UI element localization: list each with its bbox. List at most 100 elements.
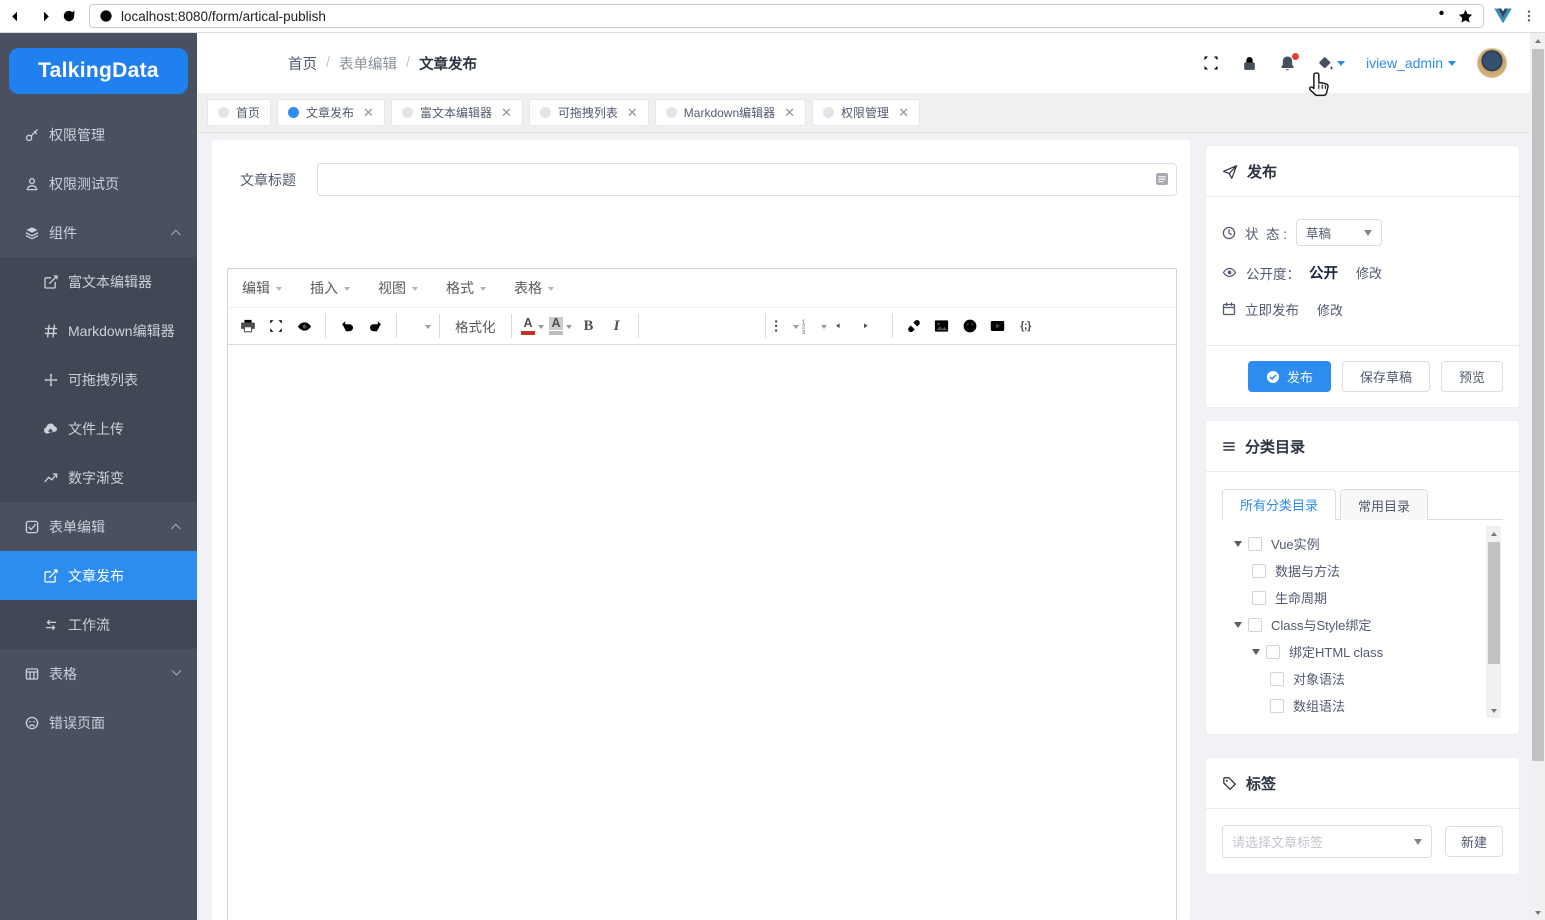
insert-button[interactable]: [405, 313, 431, 339]
tree-node-label[interactable]: 数组语法: [1293, 696, 1345, 715]
tree-checkbox[interactable]: [1252, 563, 1266, 578]
close-icon[interactable]: ✕: [363, 106, 374, 119]
redo-button[interactable]: [362, 313, 388, 339]
align-left-button[interactable]: [647, 313, 673, 339]
notification-bell-icon[interactable]: [1279, 52, 1299, 72]
page-scrollbar-thumb[interactable]: [1531, 49, 1544, 761]
language-select-icon[interactable]: [1317, 55, 1345, 72]
sidebar-item[interactable]: 错误页面: [0, 698, 197, 747]
editor-menu-格式[interactable]: 格式: [446, 278, 486, 298]
schedule-modify-link[interactable]: 修改: [1317, 300, 1343, 319]
tree-checkbox[interactable]: [1270, 671, 1284, 686]
outdent-button[interactable]: [830, 313, 856, 339]
page-scrollbar[interactable]: [1530, 33, 1545, 920]
numbered-list-button[interactable]: 123: [802, 313, 828, 339]
user-menu[interactable]: iview_admin: [1366, 55, 1456, 71]
close-icon[interactable]: ✕: [898, 106, 909, 119]
bold-button[interactable]: B: [576, 313, 602, 339]
background-color-button[interactable]: A: [548, 313, 574, 339]
article-tags-select[interactable]: 请选择文章标签: [1222, 825, 1432, 858]
align-center-button[interactable]: [675, 313, 701, 339]
tree-checkbox[interactable]: [1248, 536, 1262, 551]
categories-tab[interactable]: 常用目录: [1340, 489, 1429, 520]
tree-scrollbar-thumb[interactable]: [1487, 542, 1500, 664]
sidebar-item[interactable]: 表格: [0, 649, 197, 698]
editor-menu-插入[interactable]: 插入: [310, 278, 350, 298]
info-icon[interactable]: [99, 9, 113, 23]
editor-menu-表格[interactable]: 表格: [514, 278, 554, 298]
forward-icon[interactable]: [35, 8, 52, 25]
code-sample-button[interactable]: {;}: [1013, 313, 1039, 339]
tree-node-label[interactable]: Vue实例: [1271, 534, 1320, 553]
formats-dropdown[interactable]: 格式化: [448, 313, 503, 339]
tree-node-label[interactable]: 绑定HTML class: [1289, 642, 1383, 661]
open-tab[interactable]: 可拖拽列表 ✕: [528, 99, 649, 126]
align-right-button[interactable]: [703, 313, 729, 339]
open-tab[interactable]: Markdown编辑器 ✕: [654, 99, 807, 126]
tree-node-label[interactable]: 生命周期: [1275, 588, 1327, 607]
tree-node-label[interactable]: Class与Style绑定: [1271, 615, 1371, 634]
status-select[interactable]: 草稿: [1296, 219, 1383, 246]
editor-menu-编辑[interactable]: 编辑: [242, 278, 282, 298]
tree-node-label[interactable]: 对象语法: [1293, 669, 1345, 688]
sidebar-item[interactable]: 表单编辑: [0, 502, 197, 551]
undo-button[interactable]: [334, 313, 360, 339]
indent-button[interactable]: [858, 313, 884, 339]
emoticons-button[interactable]: [957, 313, 983, 339]
breadcrumb-home[interactable]: 首页: [288, 53, 317, 74]
sidebar-item[interactable]: 富文本编辑器: [0, 257, 197, 306]
talkingdata-logo[interactable]: TalkingData: [9, 48, 188, 94]
tree-node-label[interactable]: 数据与方法: [1275, 561, 1340, 580]
vue-devtools-icon[interactable]: [1493, 7, 1513, 25]
sidebar-item[interactable]: 文章发布: [0, 551, 197, 600]
password-key-icon[interactable]: [1434, 9, 1449, 24]
sidebar-item[interactable]: 数字渐变: [0, 453, 197, 502]
article-title-input[interactable]: [318, 164, 1176, 195]
link-button[interactable]: [901, 313, 927, 339]
reload-icon[interactable]: [61, 8, 77, 24]
bookmark-star-icon[interactable]: [1457, 8, 1474, 25]
hamburger-menu-icon[interactable]: [220, 55, 242, 72]
edit-suffix-icon[interactable]: [1155, 172, 1169, 186]
browser-menu-icon[interactable]: [1522, 8, 1536, 24]
sidebar-item[interactable]: 权限管理: [0, 110, 197, 159]
fullscreen-icon[interactable]: [1202, 54, 1220, 72]
visibility-modify-link[interactable]: 修改: [1356, 263, 1382, 282]
tree-scrollbar[interactable]: [1486, 526, 1501, 718]
preview-button[interactable]: [291, 313, 317, 339]
sidebar-item[interactable]: 权限测试页: [0, 159, 197, 208]
sidebar-item[interactable]: 组件: [0, 208, 197, 257]
open-tab[interactable]: 首页: [207, 99, 272, 126]
preview-button[interactable]: 预览: [1440, 361, 1503, 392]
close-icon[interactable]: ✕: [627, 106, 638, 119]
sidebar-item[interactable]: 可拖拽列表: [0, 355, 197, 404]
breadcrumb-form-edit[interactable]: 表单编辑: [339, 53, 397, 74]
text-color-button[interactable]: A: [520, 313, 546, 339]
open-tab[interactable]: 富文本编辑器 ✕: [390, 99, 523, 126]
address-bar[interactable]: localhost:8080/form/artical-publish: [89, 4, 1484, 28]
open-tab[interactable]: 权限管理 ✕: [812, 99, 920, 126]
tree-expand-arrow-icon[interactable]: [1252, 649, 1260, 659]
fullscreen-button[interactable]: [263, 313, 289, 339]
editor-menu-视图[interactable]: 视图: [378, 278, 418, 298]
tree-expand-arrow-icon[interactable]: [1234, 541, 1242, 551]
save-draft-button[interactable]: 保存草稿: [1341, 361, 1430, 392]
tree-checkbox[interactable]: [1248, 617, 1262, 632]
italic-button[interactable]: I: [604, 313, 630, 339]
editor-content-area[interactable]: [228, 345, 1176, 920]
new-tag-button[interactable]: 新建: [1444, 826, 1503, 857]
avatar[interactable]: [1477, 48, 1507, 78]
back-icon[interactable]: [9, 8, 26, 25]
lock-icon[interactable]: [1241, 55, 1258, 72]
open-tab[interactable]: 文章发布 ✕: [277, 99, 385, 126]
sidebar-item[interactable]: 工作流: [0, 600, 197, 649]
tree-checkbox[interactable]: [1266, 644, 1280, 659]
publish-button[interactable]: 发布: [1247, 361, 1331, 392]
image-button[interactable]: [929, 313, 955, 339]
bullet-list-button[interactable]: [774, 313, 800, 339]
tree-checkbox[interactable]: [1252, 590, 1266, 605]
categories-tab[interactable]: 所有分类目录: [1222, 489, 1337, 520]
tree-checkbox[interactable]: [1270, 698, 1284, 713]
align-justify-button[interactable]: [731, 313, 757, 339]
tree-expand-arrow-icon[interactable]: [1234, 622, 1242, 632]
